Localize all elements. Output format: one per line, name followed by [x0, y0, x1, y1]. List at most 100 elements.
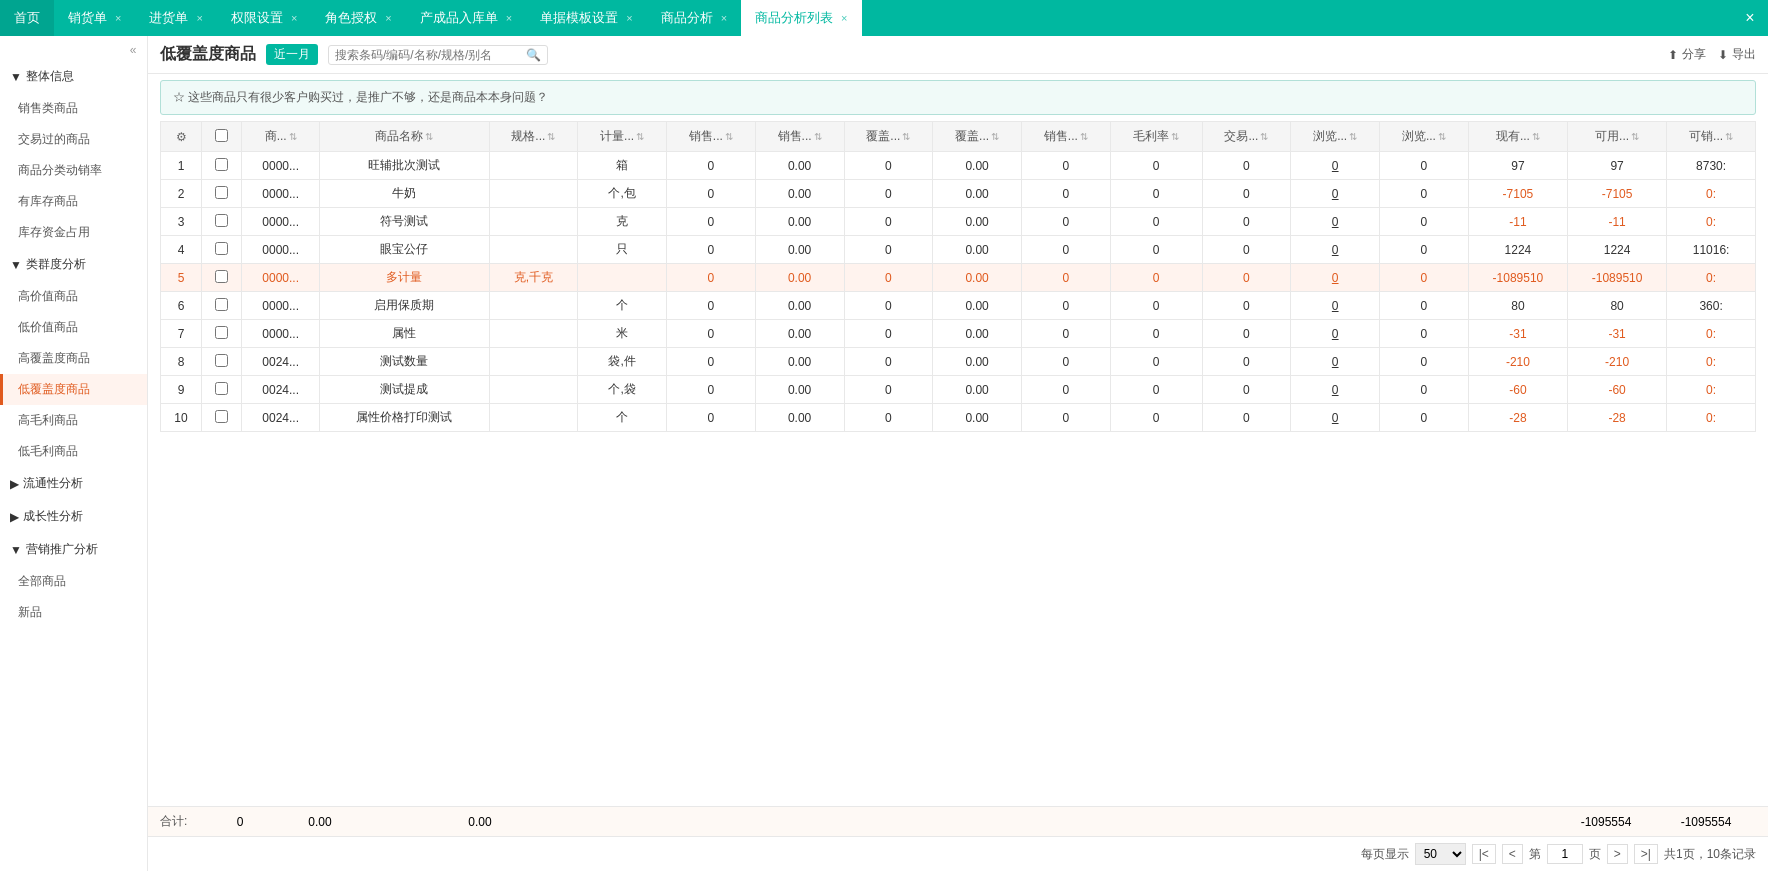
sidebar-item-all-goods[interactable]: 全部商品 [0, 566, 147, 597]
row-checkbox[interactable] [202, 348, 242, 376]
col-cover1[interactable]: 覆盖...⇅ [844, 122, 933, 152]
next-page-button[interactable]: > [1607, 844, 1628, 864]
browse-link[interactable]: 0 [1332, 355, 1339, 369]
nav-goods-analysis[interactable]: 商品分析 × [647, 0, 741, 36]
first-page-button[interactable]: |< [1472, 844, 1496, 864]
row-checkbox[interactable] [202, 292, 242, 320]
close-nav-doc[interactable]: × [626, 0, 632, 36]
sidebar-item-category-rate[interactable]: 商品分类动销率 [0, 155, 147, 186]
prev-page-button[interactable]: < [1502, 844, 1523, 864]
row-checkbox[interactable] [202, 180, 242, 208]
sidebar-item-in-stock[interactable]: 有库存商品 [0, 186, 147, 217]
period-button[interactable]: 近一月 [266, 44, 318, 65]
nav-goods-analysis-list[interactable]: 商品分析列表 × [741, 0, 861, 36]
browse-link[interactable]: 0 [1332, 271, 1339, 285]
close-all-tabs-button[interactable]: × [1732, 0, 1768, 36]
col-settings[interactable]: ⚙ [161, 122, 202, 152]
nav-sales-order[interactable]: 销货单 × [54, 0, 135, 36]
col-sellable[interactable]: 可销...⇅ [1667, 122, 1756, 152]
nav-doc-template[interactable]: 单据模板设置 × [526, 0, 646, 36]
close-nav-sales[interactable]: × [115, 0, 121, 36]
sidebar-section-liquidity[interactable]: ▶ 流通性分析 [0, 467, 147, 500]
col-sales1[interactable]: 销售...⇅ [667, 122, 756, 152]
col-sales2[interactable]: 销售...⇅ [755, 122, 844, 152]
last-page-button[interactable]: >| [1634, 844, 1658, 864]
search-icon[interactable]: 🔍 [526, 48, 541, 62]
row-checkbox[interactable] [202, 320, 242, 348]
col-sales3[interactable]: 销售...⇅ [1022, 122, 1111, 152]
row-select-checkbox[interactable] [215, 214, 228, 227]
row-browse1[interactable]: 0 [1291, 236, 1380, 264]
col-code[interactable]: 商...⇅ [242, 122, 319, 152]
sidebar-section-cluster[interactable]: ▼ 类群度分析 [0, 248, 147, 281]
close-nav-goods-list[interactable]: × [841, 0, 847, 36]
browse-link[interactable]: 0 [1332, 411, 1339, 425]
row-checkbox[interactable] [202, 208, 242, 236]
close-nav-role[interactable]: × [385, 0, 391, 36]
row-checkbox[interactable] [202, 236, 242, 264]
search-input[interactable] [335, 48, 522, 62]
col-stock2[interactable]: 可用...⇅ [1568, 122, 1667, 152]
nav-purchase-order[interactable]: 进货单 × [135, 0, 216, 36]
col-name[interactable]: 商品名称⇅ [319, 122, 489, 152]
page-number-input[interactable] [1547, 844, 1583, 864]
row-select-checkbox[interactable] [215, 354, 228, 367]
nav-permission-settings[interactable]: 权限设置 × [217, 0, 311, 36]
row-select-checkbox[interactable] [215, 270, 228, 283]
row-browse1[interactable]: 0 [1291, 348, 1380, 376]
close-nav-permission[interactable]: × [291, 0, 297, 36]
row-select-checkbox[interactable] [215, 410, 228, 423]
col-gross-rate[interactable]: 毛利率⇅ [1110, 122, 1202, 152]
row-select-checkbox[interactable] [215, 326, 228, 339]
sidebar-item-high-margin[interactable]: 高毛利商品 [0, 405, 147, 436]
row-select-checkbox[interactable] [215, 382, 228, 395]
row-select-checkbox[interactable] [215, 242, 228, 255]
sidebar-item-low-margin[interactable]: 低毛利商品 [0, 436, 147, 467]
browse-link[interactable]: 0 [1332, 299, 1339, 313]
sidebar-item-stock-capital[interactable]: 库存资金占用 [0, 217, 147, 248]
row-select-checkbox[interactable] [215, 158, 228, 171]
browse-link[interactable]: 0 [1332, 215, 1339, 229]
browse-link[interactable]: 0 [1332, 187, 1339, 201]
col-browse1[interactable]: 浏览...⇅ [1291, 122, 1380, 152]
close-nav-product[interactable]: × [506, 0, 512, 36]
sidebar-section-marketing[interactable]: ▼ 营销推广分析 [0, 533, 147, 566]
browse-link[interactable]: 0 [1332, 327, 1339, 341]
sidebar-item-new-goods[interactable]: 新品 [0, 597, 147, 628]
sidebar-item-high-value[interactable]: 高价值商品 [0, 281, 147, 312]
row-select-checkbox[interactable] [215, 186, 228, 199]
sidebar-item-low-value[interactable]: 低价值商品 [0, 312, 147, 343]
nav-product-warehouse[interactable]: 产成品入库单 × [406, 0, 526, 36]
row-browse1[interactable]: 0 [1291, 152, 1380, 180]
per-page-select[interactable]: 50 100 [1415, 843, 1466, 865]
col-stock1[interactable]: 现有...⇅ [1468, 122, 1567, 152]
close-nav-purchase[interactable]: × [196, 0, 202, 36]
col-browse2[interactable]: 浏览...⇅ [1380, 122, 1469, 152]
export-button[interactable]: ⬇ 导出 [1718, 46, 1756, 63]
sidebar-item-low-coverage[interactable]: 低覆盖度商品 [0, 374, 147, 405]
row-browse1[interactable]: 0 [1291, 208, 1380, 236]
row-browse1[interactable]: 0 [1291, 180, 1380, 208]
row-checkbox[interactable] [202, 264, 242, 292]
sidebar-section-overview[interactable]: ▼ 整体信息 [0, 60, 147, 93]
col-unit[interactable]: 计量...⇅ [578, 122, 667, 152]
nav-role-auth[interactable]: 角色授权 × [311, 0, 405, 36]
row-browse1[interactable]: 0 [1291, 264, 1380, 292]
browse-link[interactable]: 0 [1332, 159, 1339, 173]
row-checkbox[interactable] [202, 152, 242, 180]
col-cover2[interactable]: 覆盖...⇅ [933, 122, 1022, 152]
row-select-checkbox[interactable] [215, 298, 228, 311]
share-button[interactable]: ⬆ 分享 [1668, 46, 1706, 63]
sidebar-collapse-button[interactable]: « [123, 40, 143, 60]
row-checkbox[interactable] [202, 376, 242, 404]
close-nav-goods-analysis[interactable]: × [721, 0, 727, 36]
row-checkbox[interactable] [202, 404, 242, 432]
row-browse1[interactable]: 0 [1291, 404, 1380, 432]
row-browse1[interactable]: 0 [1291, 292, 1380, 320]
browse-link[interactable]: 0 [1332, 243, 1339, 257]
sidebar-item-traded-goods[interactable]: 交易过的商品 [0, 124, 147, 155]
col-spec[interactable]: 规格...⇅ [489, 122, 578, 152]
row-browse1[interactable]: 0 [1291, 320, 1380, 348]
sidebar-item-sales-goods[interactable]: 销售类商品 [0, 93, 147, 124]
row-browse1[interactable]: 0 [1291, 376, 1380, 404]
